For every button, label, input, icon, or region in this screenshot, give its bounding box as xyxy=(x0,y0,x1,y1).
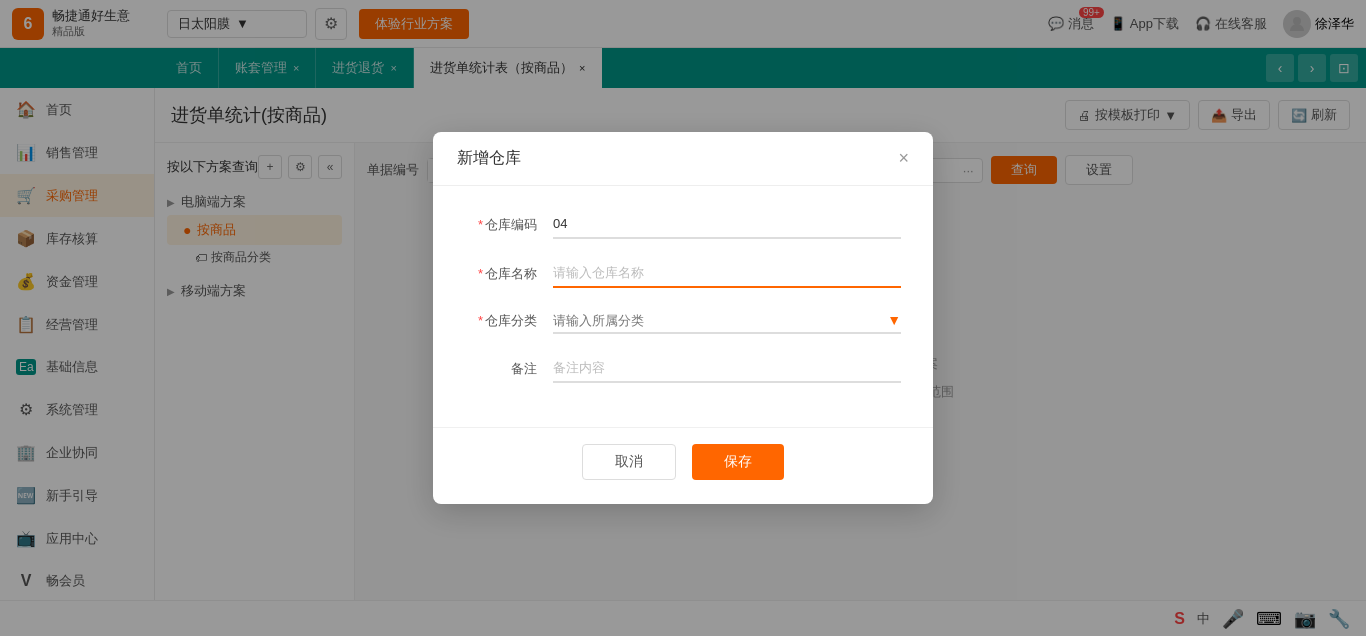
modal-footer: 取消 保存 xyxy=(433,427,933,504)
note-input[interactable] xyxy=(553,354,901,383)
category-select-wrap: ▼ xyxy=(553,308,901,334)
cancel-button[interactable]: 取消 xyxy=(582,444,676,480)
form-row-category: 仓库分类 ▼ xyxy=(465,308,901,334)
category-dropdown-icon[interactable]: ▼ xyxy=(887,312,901,328)
name-label: 仓库名称 xyxy=(465,265,537,283)
note-label: 备注 xyxy=(465,360,537,378)
code-label: 仓库编码 xyxy=(465,216,537,234)
new-warehouse-modal: 新增仓库 × 仓库编码 仓库名称 仓库分类 ▼ xyxy=(433,132,933,504)
category-label: 仓库分类 xyxy=(465,312,537,330)
name-input[interactable] xyxy=(553,259,901,288)
save-button[interactable]: 保存 xyxy=(692,444,784,480)
modal-body: 仓库编码 仓库名称 仓库分类 ▼ 备注 xyxy=(433,186,933,427)
form-row-name: 仓库名称 xyxy=(465,259,901,288)
code-input[interactable] xyxy=(553,210,901,239)
category-input[interactable] xyxy=(553,313,887,328)
form-row-code: 仓库编码 xyxy=(465,210,901,239)
modal-close-button[interactable]: × xyxy=(898,148,909,169)
modal-overlay: 新增仓库 × 仓库编码 仓库名称 仓库分类 ▼ xyxy=(0,0,1366,636)
modal-title: 新增仓库 xyxy=(457,148,521,169)
modal-header: 新增仓库 × xyxy=(433,132,933,186)
form-row-note: 备注 xyxy=(465,354,901,383)
